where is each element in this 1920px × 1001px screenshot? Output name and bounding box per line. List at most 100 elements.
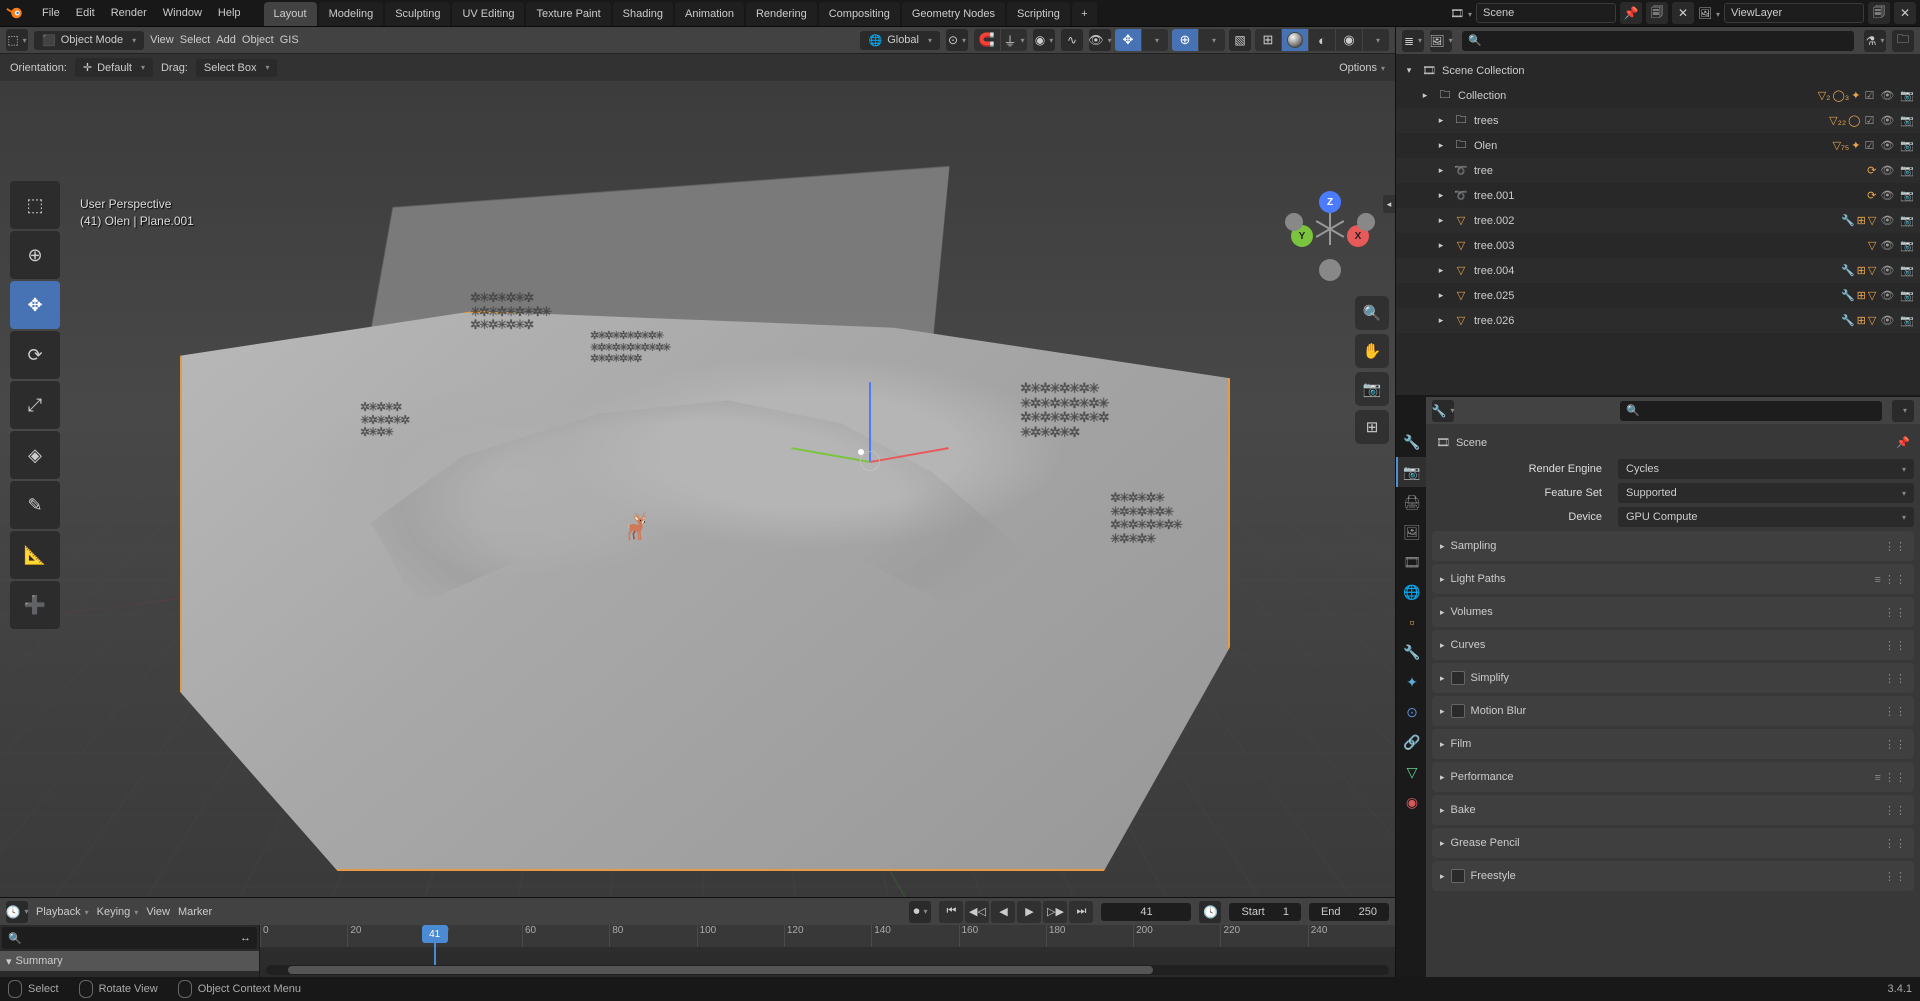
outliner-row[interactable]: ▸ 🗀 Olen ▽₇₅✦ ☑👁📷 (1396, 133, 1920, 158)
prop-tab-physics[interactable]: ⊙ (1396, 697, 1426, 727)
prop-tab-object[interactable]: ▫ (1396, 607, 1426, 637)
jump-end-icon[interactable]: ⏭ (1069, 901, 1093, 923)
tool-select-box[interactable]: ⬚ (10, 181, 60, 229)
summary-header[interactable]: ▾ Summary (0, 951, 259, 971)
prop-tab-tool[interactable]: 🔧 (1396, 427, 1426, 457)
panel-header[interactable]: ▸ Performance ≡ ⋮⋮ (1432, 762, 1914, 792)
panel-header[interactable]: ▸ Curves ⋮⋮ (1432, 630, 1914, 660)
panel-checkbox[interactable] (1451, 671, 1465, 685)
pivot-point[interactable]: ⊙ (946, 29, 968, 51)
prop-tab-render[interactable]: 📷 (1396, 457, 1426, 487)
delete-scene-icon[interactable]: ✕ (1672, 2, 1694, 24)
outliner-row[interactable]: ▸ ▽ tree.026 🔧⊞▽ 👁📷 (1396, 308, 1920, 333)
panel-header[interactable]: ▸ Freestyle ⋮⋮ (1432, 861, 1914, 891)
outliner-filter[interactable]: ⚗ (1864, 30, 1886, 52)
new-layer-icon[interactable]: 🗐 (1868, 2, 1890, 24)
nav-neg[interactable] (1357, 213, 1375, 231)
drag-sub-value[interactable]: Select Box (196, 59, 278, 77)
playhead[interactable]: 41 (434, 925, 436, 965)
new-collection-icon[interactable]: 🗀 (1892, 30, 1914, 52)
prop-tab-scene[interactable]: 🎞 (1396, 547, 1426, 577)
panel-options[interactable]: ⋮⋮ (1884, 837, 1906, 850)
feature-set-select[interactable]: Supported (1618, 483, 1914, 503)
nav-gizmo[interactable]: Z X Y (1285, 191, 1375, 281)
tool-cursor[interactable]: ⊕ (10, 231, 60, 279)
menu-help[interactable]: Help (210, 1, 249, 25)
menu-file[interactable]: File (34, 1, 68, 25)
gizmo-options[interactable] (1142, 29, 1168, 51)
shading-wireframe[interactable]: ⊞ (1255, 29, 1281, 51)
editor-type-icon[interactable]: ⬚ (6, 29, 28, 51)
play-reverse-icon[interactable]: ◀ (991, 901, 1015, 923)
tab-add[interactable]: + (1072, 2, 1097, 26)
nav-z[interactable]: Z (1319, 191, 1341, 213)
nav-neg[interactable] (1285, 213, 1303, 231)
prop-tab-constraints[interactable]: 🔗 (1396, 727, 1426, 757)
tool-scale[interactable]: ⤢ (10, 381, 60, 429)
visibility-icons[interactable]: 👁📷 (1880, 189, 1914, 202)
visibility-icons[interactable]: 👁📷 (1880, 164, 1914, 177)
camera-view-icon[interactable]: 📷 (1355, 372, 1389, 406)
tool-transform[interactable]: ◈ (10, 431, 60, 479)
outliner-row[interactable]: ▸ ▽ tree.003 ▽ 👁📷 (1396, 233, 1920, 258)
viewport-3d[interactable]: ✲✳✲✳✲✳✲ ✳✲✳✲✳✲✳✲✳ ✲✳✲✳✲✳✲ ✲✳✲✳✲✳✲✳✲✳ ✳✲✳… (0, 81, 1395, 897)
pin-icon[interactable]: 📌 (1896, 436, 1910, 449)
view3d-menu-select[interactable]: Select (180, 34, 211, 46)
overlay-options[interactable] (1199, 29, 1225, 51)
scene-browse-icon[interactable]: 🎞 (1450, 7, 1472, 20)
tool-annotate[interactable]: ✎ (10, 481, 60, 529)
panel-options[interactable]: ⋮⋮ (1884, 705, 1906, 718)
panel-header[interactable]: ▸ Bake ⋮⋮ (1432, 795, 1914, 825)
gizmo-center[interactable] (860, 451, 880, 471)
shading-solid[interactable] (1282, 29, 1308, 51)
visibility-icons[interactable]: 👁📷 (1880, 239, 1914, 252)
panel-header[interactable]: ▸ Film ⋮⋮ (1432, 729, 1914, 759)
dopesheet-search[interactable]: 🔍↔ (2, 927, 257, 949)
tab-modeling[interactable]: Modeling (319, 2, 384, 26)
tool-rotate[interactable]: ⟳ (10, 331, 60, 379)
snap-options[interactable]: ⏚ (1001, 29, 1027, 51)
panel-options[interactable]: ⋮⋮ (1884, 738, 1906, 751)
expand-icon[interactable]: ↔ (240, 932, 251, 944)
visibility-icons[interactable]: 👁📷 (1880, 214, 1914, 227)
keyframe-prev-icon[interactable]: ◀◁ (965, 901, 989, 923)
keyframe-next-icon[interactable]: ▷▶ (1043, 901, 1067, 923)
tl-menu-keying[interactable]: Keying (97, 906, 139, 918)
current-frame-input[interactable]: 41 (1101, 903, 1191, 921)
orientation-sub-value[interactable]: ✛ Default (75, 58, 153, 77)
timeline-scroll[interactable] (266, 965, 1389, 975)
properties-options[interactable] (1892, 400, 1914, 422)
outliner-row[interactable]: ▸ ➰ tree.001 ⟳ 👁📷 (1396, 183, 1920, 208)
pan-icon[interactable]: ✋ (1355, 334, 1389, 368)
panel-header[interactable]: ▸ Motion Blur ⋮⋮ (1432, 696, 1914, 726)
outliner-display-mode[interactable]: 🖼 (1430, 30, 1452, 52)
panel-options[interactable]: ⋮⋮ (1884, 540, 1906, 553)
panel-checkbox[interactable] (1451, 869, 1465, 883)
show-gizmo[interactable]: ✥ (1115, 29, 1141, 51)
tool-measure[interactable]: 📐 (10, 531, 60, 579)
gizmo-z-axis[interactable] (869, 382, 871, 462)
zoom-icon[interactable]: 🔍 (1355, 296, 1389, 330)
frame-start-input[interactable]: Start 1 (1229, 903, 1300, 921)
outliner-search[interactable]: 🔍 (1462, 31, 1854, 51)
panel-options[interactable]: ≡ ⋮⋮ (1875, 573, 1906, 586)
visibility-filter[interactable]: 👁 (1089, 29, 1111, 51)
scene-name-input[interactable]: Scene (1476, 3, 1616, 23)
delete-layer-icon[interactable]: ✕ (1894, 2, 1916, 24)
outliner-row[interactable]: ▸ ▽ tree.002 🔧⊞▽ 👁📷 (1396, 208, 1920, 233)
tl-menu-marker[interactable]: Marker (178, 906, 212, 918)
jump-start-icon[interactable]: ⏮ (939, 901, 963, 923)
visibility-icons[interactable]: ☑👁📷 (1864, 89, 1914, 102)
timeline-editor-type[interactable]: 🕓 (6, 901, 28, 923)
xray-toggle[interactable]: ▧ (1229, 29, 1251, 51)
visibility-icons[interactable]: ☑👁📷 (1864, 139, 1914, 152)
outliner-row[interactable]: ▸ ➰ tree ⟳ 👁📷 (1396, 158, 1920, 183)
visibility-icons[interactable]: ☑👁📷 (1864, 114, 1914, 127)
shading-material[interactable]: ◐ (1309, 29, 1335, 51)
viewlayer-name-input[interactable]: ViewLayer (1724, 3, 1864, 23)
panel-header[interactable]: ▸ Simplify ⋮⋮ (1432, 663, 1914, 693)
panel-header[interactable]: ▸ Light Paths ≡ ⋮⋮ (1432, 564, 1914, 594)
prop-tab-material[interactable]: ◉ (1396, 787, 1426, 817)
tab-compositing[interactable]: Compositing (819, 2, 900, 26)
panel-header[interactable]: ▸ Sampling ⋮⋮ (1432, 531, 1914, 561)
